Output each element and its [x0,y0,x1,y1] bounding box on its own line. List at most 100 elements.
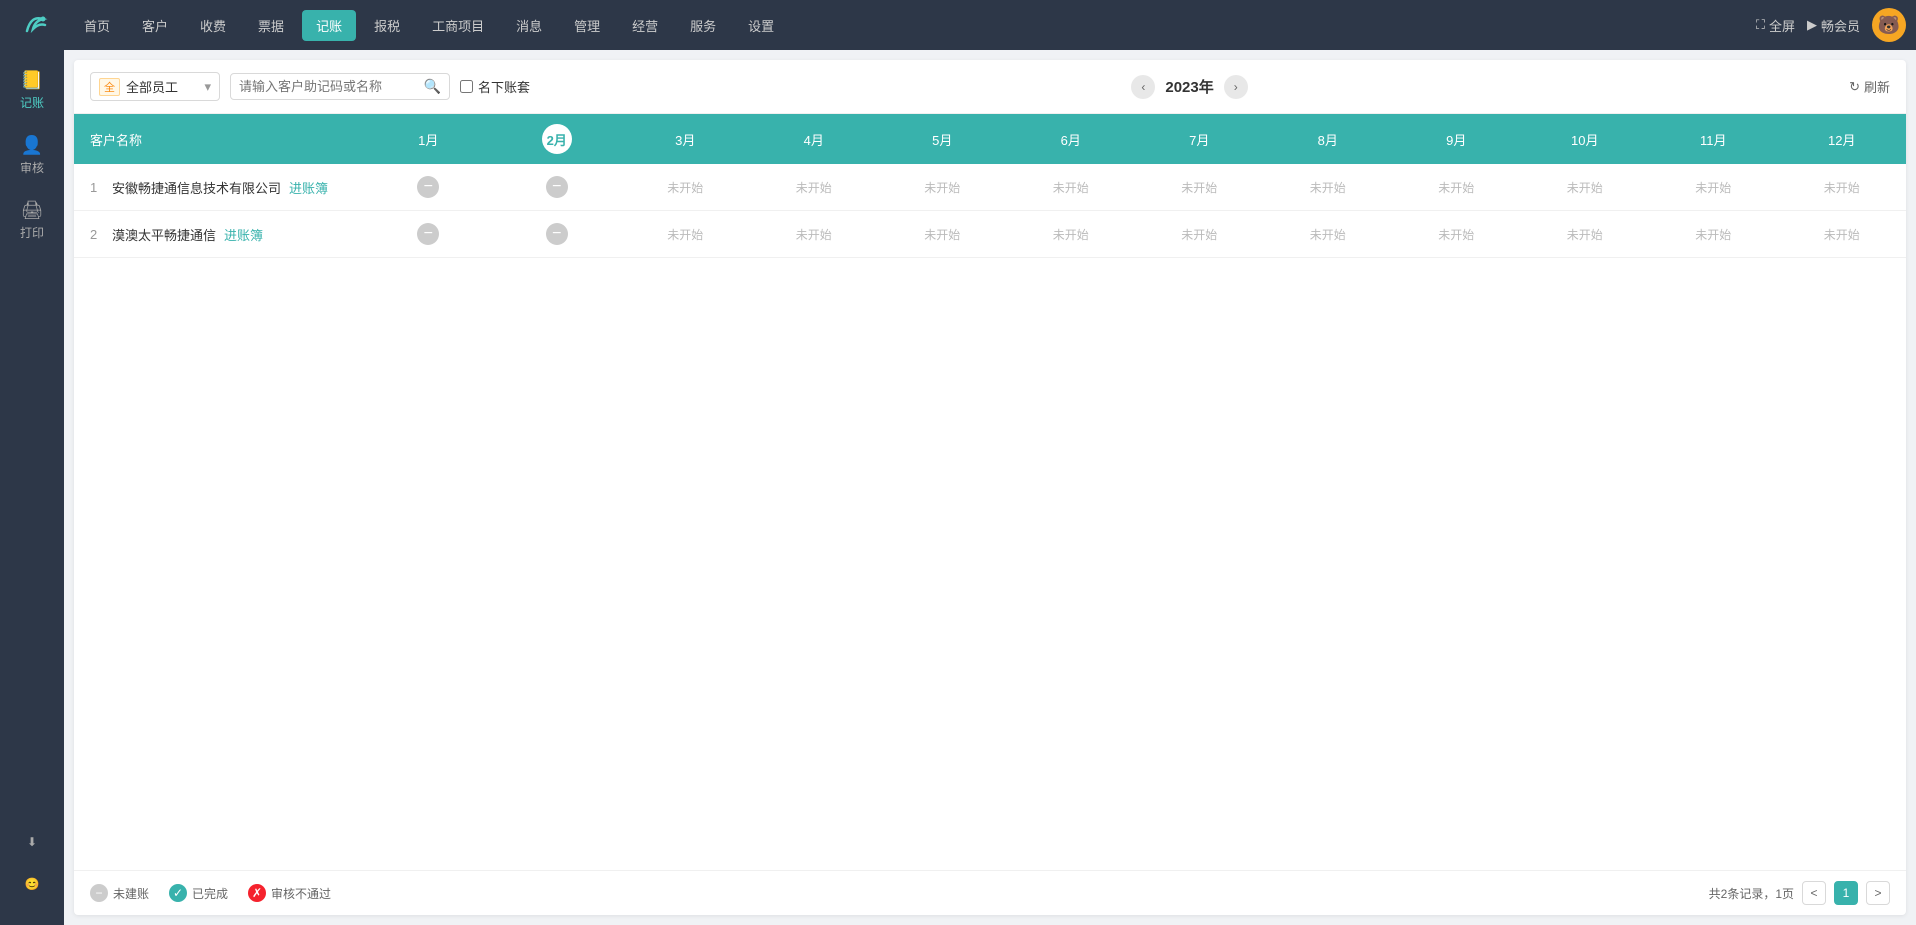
rejected-label: 审核不通过 [271,885,331,902]
col-nov: 11月 [1649,114,1778,164]
year-nav: ‹ 2023年 › [540,75,1839,99]
row1-apr: 未开始 [750,164,879,211]
nav-home[interactable]: 首页 [70,10,124,41]
row1-nov-status: 未开始 [1695,181,1731,195]
row2-may: 未开始 [878,211,1007,258]
filter-checkbox-wrap[interactable]: 名下账套 [460,77,530,96]
nav-messages[interactable]: 消息 [502,10,556,41]
toolbar: 全 全部员工 ▾ 🔍 名下账套 ‹ 2023年 › ↻ 刷新 [74,60,1906,114]
main-layout: 📒 记账 👤 审核 🖨 打印 ⬇ 😊 全 全部员工 ▾ [0,50,1916,925]
bookkeeping-icon: 📒 [21,70,43,91]
sidebar: 📒 记账 👤 审核 🖨 打印 ⬇ 😊 [0,50,64,925]
row1-enter-link[interactable]: 进账簿 [289,178,328,197]
sidebar-item-bookkeeping[interactable]: 📒 记账 [0,60,64,121]
row2-sep-status: 未开始 [1438,228,1474,242]
search-input[interactable] [239,79,418,94]
row1-jan-status[interactable]: − [417,176,439,198]
data-table: 客户名称 1月 2月 3月 4月 5月 6月 7月 8月 9月 10月 11月 [74,114,1906,258]
main-nav: 首页 客户 收费 票据 记账 报税 工商项目 消息 管理 经营 服务 设置 [60,10,1756,41]
row2-enter-link[interactable]: 进账簿 [224,225,263,244]
row2-jul-status: 未开始 [1181,228,1217,242]
search-icon[interactable]: 🔍 [424,78,441,95]
row2-aug: 未开始 [1264,211,1393,258]
row1-num: 1 [90,180,104,195]
row2-nov-status: 未开始 [1695,228,1731,242]
legend-not-built: − 未建账 [90,884,149,902]
row1-apr-status: 未开始 [796,181,832,195]
nav-tax[interactable]: 报税 [360,10,414,41]
col-feb: 2月 [493,114,622,164]
row2-mar-status: 未开始 [667,228,703,242]
row1-aug-status: 未开始 [1310,181,1346,195]
sidebar-item-bookkeeping-label: 记账 [20,94,44,111]
row1-jul: 未开始 [1135,164,1264,211]
fullscreen-button[interactable]: ⛶ 全屏 [1756,16,1795,35]
row1-feb-status[interactable]: − [546,176,568,198]
row1-dec: 未开始 [1778,164,1907,211]
sidebar-download[interactable]: ⬇ [19,825,46,859]
user-avatar[interactable]: 🐻 [1872,8,1906,42]
nav-services[interactable]: 服务 [676,10,730,41]
table-row: 1 安徽畅捷通信息技术有限公司 进账簿 − − 未开始 未开始 未开始 未开始 … [74,164,1906,211]
employee-tag: 全 [99,78,120,96]
nav-management[interactable]: 管理 [560,10,614,41]
row2-jan-status[interactable]: − [417,223,439,245]
col-dec: 12月 [1778,114,1907,164]
sidebar-service[interactable]: 😊 [19,867,46,901]
row2-jan[interactable]: − [364,211,493,258]
row2-jun-status: 未开始 [1053,228,1089,242]
current-page-button[interactable]: 1 [1834,881,1858,905]
legend-completed: ✓ 已完成 [169,884,228,902]
download-icon: ⬇ [27,835,37,849]
footer: − 未建账 ✓ 已完成 ✗ 审核不通过 共2条记录，1页 < 1 > [74,870,1906,915]
filter-checkbox[interactable] [460,80,473,93]
sidebar-item-audit-label: 审核 [20,159,44,176]
row2-feb-status[interactable]: − [546,223,568,245]
col-apr: 4月 [750,114,879,164]
row1-dec-status: 未开始 [1824,181,1860,195]
row2-feb[interactable]: − [493,211,622,258]
refresh-button[interactable]: ↻ 刷新 [1849,77,1890,96]
nav-operations[interactable]: 经营 [618,10,672,41]
row1-jan[interactable]: − [364,164,493,211]
nav-business[interactable]: 工商项目 [418,10,498,41]
row1-name: 安徽畅捷通信息技术有限公司 [112,178,281,197]
row2-oct: 未开始 [1521,211,1650,258]
sidebar-bottom: ⬇ 😊 [19,825,46,925]
row2-jul: 未开始 [1135,211,1264,258]
row2-oct-status: 未开始 [1567,228,1603,242]
row2-customer: 2 漠澳太平畅捷通信 进账簿 [74,211,364,258]
row2-dec-status: 未开始 [1824,228,1860,242]
audit-icon: 👤 [21,135,43,156]
row2-mar: 未开始 [621,211,750,258]
not-built-label: 未建账 [113,885,149,902]
next-page-button[interactable]: > [1866,881,1890,905]
nav-invoices[interactable]: 票据 [244,10,298,41]
nav-settings[interactable]: 设置 [734,10,788,41]
content-area: 全 全部员工 ▾ 🔍 名下账套 ‹ 2023年 › ↻ 刷新 [74,60,1906,915]
sidebar-item-audit[interactable]: 👤 审核 [0,125,64,186]
nav-bookkeeping[interactable]: 记账 [302,10,356,41]
next-year-button[interactable]: › [1224,75,1248,99]
filter-label: 名下账套 [478,77,530,96]
row1-jun: 未开始 [1007,164,1136,211]
table-wrap: 客户名称 1月 2月 3月 4月 5月 6月 7月 8月 9月 10月 11月 [74,114,1906,870]
sidebar-item-print[interactable]: 🖨 打印 [0,190,64,251]
completed-label: 已完成 [192,885,228,902]
nav-customers[interactable]: 客户 [128,10,182,41]
employee-select-label: 全部员工 [126,77,178,96]
vip-icon: ▶ [1807,17,1817,33]
row2-sep: 未开始 [1392,211,1521,258]
prev-year-button[interactable]: ‹ [1131,75,1155,99]
print-icon: 🖨 [21,200,44,221]
rejected-dot: ✗ [248,884,266,902]
col-may: 5月 [878,114,1007,164]
pagination: 共2条记录，1页 < 1 > [1709,881,1890,905]
vip-button[interactable]: ▶ 畅会员 [1807,16,1860,35]
employee-select[interactable]: 全 全部员工 ▾ [90,72,220,101]
row2-apr-status: 未开始 [796,228,832,242]
nav-fees[interactable]: 收费 [186,10,240,41]
row1-feb[interactable]: − [493,164,622,211]
sidebar-item-print-label: 打印 [20,224,44,241]
prev-page-button[interactable]: < [1802,881,1826,905]
